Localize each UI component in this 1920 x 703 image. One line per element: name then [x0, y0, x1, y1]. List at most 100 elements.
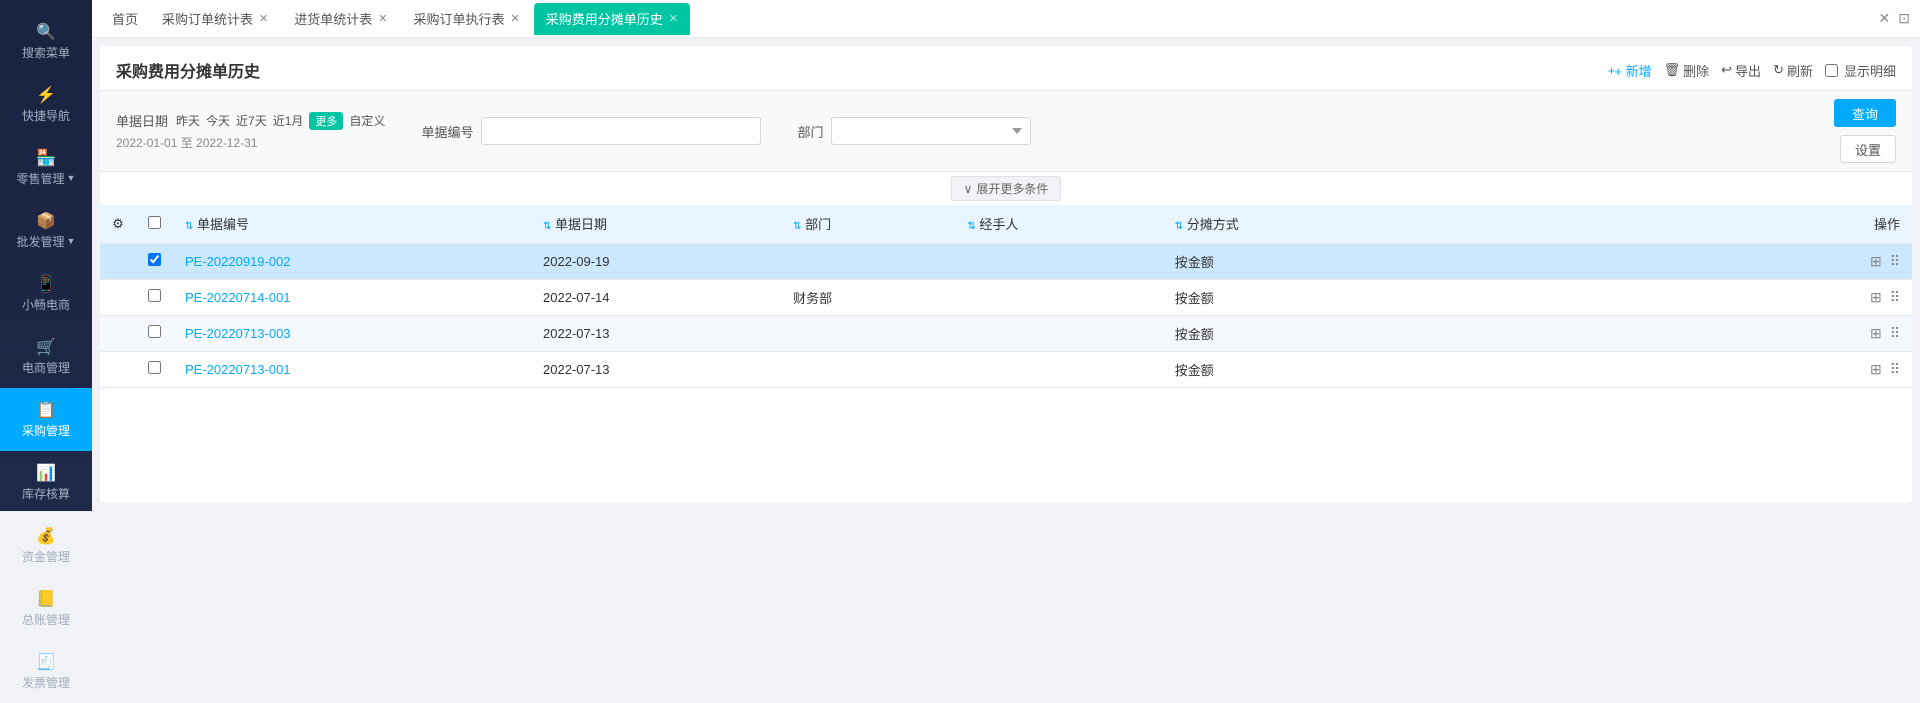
sort-icon[interactable]: ⇅ [793, 221, 801, 232]
row-dept-3 [781, 351, 955, 387]
sidebar-item-wholesale[interactable]: 📦 批发管理 ▼ [0, 199, 92, 262]
op-view-icon-3[interactable]: ⊞ [1870, 361, 1882, 378]
sidebar-item-accounting[interactable]: 📒 总账管理 [0, 577, 92, 640]
tab-close-purchase-order-exec[interactable]: ✕ [511, 12, 520, 25]
export-button[interactable]: ↩ 导出 [1721, 61, 1761, 80]
row-doc-no-1[interactable]: PE-20220714-001 [173, 279, 531, 315]
table-body: PE-20220919-002 2022-09-19 按金额 ⊞ ⠿ PE-20… [100, 243, 1912, 387]
tab-purchase-order-summary[interactable]: 采购订单统计表 ✕ [150, 3, 280, 35]
tab-bar-actions: ✕ ⊡ [1879, 10, 1910, 27]
filter-settings-button[interactable]: 设置 [1840, 135, 1896, 163]
sidebar-item-mini[interactable]: 📱 小畅电商 [0, 262, 92, 325]
row-settings-1 [100, 279, 136, 315]
sidebar-item-search[interactable]: 🔍 搜索菜单 [0, 10, 92, 73]
table-header-row: ⚙ ⇅ 单据编号 ⇅ 单据日期 ⇅ [100, 205, 1912, 243]
select-all-checkbox[interactable] [148, 216, 161, 229]
row-checkbox-input-3[interactable] [148, 361, 161, 374]
op-view-icon-0[interactable]: ⊞ [1870, 253, 1882, 270]
col-split-method: ⇅ 分摊方式 [1163, 205, 1763, 243]
row-ops-2: ⊞ ⠿ [1763, 315, 1912, 351]
op-view-icon-2[interactable]: ⊞ [1870, 325, 1882, 342]
refresh-icon: ↻ [1773, 62, 1784, 78]
main-area: 首页 采购订单统计表 ✕ 进货单统计表 ✕ 采购订单执行表 ✕ 采购费用分摊单历… [92, 0, 1920, 511]
table-row: PE-20220713-001 2022-07-13 按金额 ⊞ ⠿ [100, 351, 1912, 387]
close-window-icon[interactable]: ✕ [1879, 10, 1891, 27]
more-shortcut[interactable]: 更多 [309, 112, 343, 130]
doc-no-input[interactable] [481, 117, 761, 145]
row-checkbox-1[interactable] [136, 279, 173, 315]
last1month-shortcut[interactable]: 近1月 [273, 112, 304, 129]
yesterday-shortcut[interactable]: 昨天 [176, 112, 200, 129]
sort-icon[interactable]: ⇅ [967, 221, 975, 232]
date-range-text: 2022-01-01 至 2022-12-31 [116, 134, 385, 151]
retail-icon: 🏪 [36, 148, 56, 168]
row-split-method-2: 按金额 [1163, 315, 1763, 351]
finance-icon: 💰 [5, 526, 87, 546]
restore-window-icon[interactable]: ⊡ [1898, 10, 1910, 27]
last7days-shortcut[interactable]: 近7天 [236, 112, 267, 129]
today-shortcut[interactable]: 今天 [206, 112, 230, 129]
shortcut-icon: ⚡ [5, 85, 87, 105]
tab-purchase-cost-history[interactable]: 采购费用分摊单历史 ✕ [534, 3, 690, 35]
delete-button[interactable]: 🗑 删除 [1664, 61, 1710, 80]
chevron-down-icon: ∨ [964, 182, 973, 196]
row-split-method-0: 按金额 [1163, 243, 1763, 279]
op-more-icon-0[interactable]: ⠿ [1890, 253, 1900, 270]
content-card: 采购费用分摊单历史 + + 新增 🗑 删除 ↩ 导出 ↻ 刷新 [100, 46, 1912, 503]
sidebar-item-finance[interactable]: 💰 资金管理 [0, 514, 92, 577]
sidebar: 🔍 搜索菜单 ⚡ 快捷导航 🏪 零售管理 ▼ 📦 批发管理 ▼ 📱 小畅电商 🛒… [0, 0, 92, 511]
col-ops: 操作 [1763, 205, 1912, 243]
row-ops-3: ⊞ ⠿ [1763, 351, 1912, 387]
inventory-icon: 📊 [5, 463, 87, 483]
sort-icon[interactable]: ⇅ [543, 221, 551, 232]
tab-close-inbound-summary[interactable]: ✕ [378, 12, 387, 25]
sidebar-item-ecommerce[interactable]: 🛒 电商管理 [0, 325, 92, 388]
row-checkbox-input-0[interactable] [148, 253, 161, 266]
date-shortcuts: 昨天 今天 近7天 近1月 更多 自定义 [176, 112, 385, 130]
op-view-icon-1[interactable]: ⊞ [1870, 289, 1882, 306]
row-checkbox-2[interactable] [136, 315, 173, 351]
sidebar-item-invoice[interactable]: 🧾 发票管理 [0, 640, 92, 703]
row-doc-no-3[interactable]: PE-20220713-001 [173, 351, 531, 387]
op-more-icon-2[interactable]: ⠿ [1890, 325, 1900, 342]
table-row: PE-20220919-002 2022-09-19 按金额 ⊞ ⠿ [100, 243, 1912, 279]
custom-shortcut[interactable]: 自定义 [349, 112, 385, 129]
row-handler-3 [955, 351, 1162, 387]
sidebar-item-inventory[interactable]: 📊 库存核算 [0, 451, 92, 514]
show-columns-checkbox-label[interactable]: 显示明细 [1825, 61, 1896, 80]
op-more-icon-3[interactable]: ⠿ [1890, 361, 1900, 378]
col-dept: ⇅ 部门 [781, 205, 955, 243]
dept-select[interactable]: 财务部 [831, 117, 1031, 145]
row-doc-no-2[interactable]: PE-20220713-003 [173, 315, 531, 351]
col-doc-no: ⇅ 单据编号 [173, 205, 531, 243]
tab-home[interactable]: 首页 [102, 3, 148, 35]
show-columns-checkbox[interactable] [1825, 64, 1838, 77]
row-dept-1: 财务部 [781, 279, 955, 315]
refresh-button[interactable]: ↻ 刷新 [1773, 61, 1813, 80]
tab-inbound-summary[interactable]: 进货单统计表 ✕ [282, 3, 399, 35]
query-button[interactable]: 查询 [1834, 99, 1896, 127]
add-button[interactable]: + + 新增 [1608, 61, 1652, 80]
row-checkbox-input-1[interactable] [148, 289, 161, 302]
sidebar-item-purchase[interactable]: 📋 采购管理 [0, 388, 92, 451]
filter-area: 单据日期 昨天 今天 近7天 近1月 更多 自定义 2022-01-01 至 2… [100, 90, 1912, 172]
sort-icon[interactable]: ⇅ [185, 221, 193, 232]
row-doc-no-0[interactable]: PE-20220919-002 [173, 243, 531, 279]
table-row: PE-20220714-001 2022-07-14 财务部 按金额 ⊞ ⠿ [100, 279, 1912, 315]
tab-close-purchase-order-summary[interactable]: ✕ [259, 12, 268, 25]
expand-more-button[interactable]: ∨ 展开更多条件 [951, 176, 1062, 201]
sidebar-item-shortcut[interactable]: ⚡ 快捷导航 [0, 73, 92, 136]
row-checkbox-3[interactable] [136, 351, 173, 387]
tab-close-purchase-cost-history[interactable]: ✕ [669, 12, 678, 25]
col-settings[interactable]: ⚙ [100, 205, 136, 243]
op-more-icon-1[interactable]: ⠿ [1890, 289, 1900, 306]
page-title: 采购费用分摊单历史 [116, 58, 260, 82]
row-handler-0 [955, 243, 1162, 279]
tab-purchase-order-exec[interactable]: 采购订单执行表 ✕ [401, 3, 531, 35]
row-handler-2 [955, 315, 1162, 351]
row-checkbox-0[interactable] [136, 243, 173, 279]
row-checkbox-input-2[interactable] [148, 325, 161, 338]
sort-icon[interactable]: ⇅ [1175, 221, 1183, 232]
table-container: ⚙ ⇅ 单据编号 ⇅ 单据日期 ⇅ [100, 205, 1912, 503]
sidebar-item-retail[interactable]: 🏪 零售管理 ▼ [0, 136, 92, 199]
